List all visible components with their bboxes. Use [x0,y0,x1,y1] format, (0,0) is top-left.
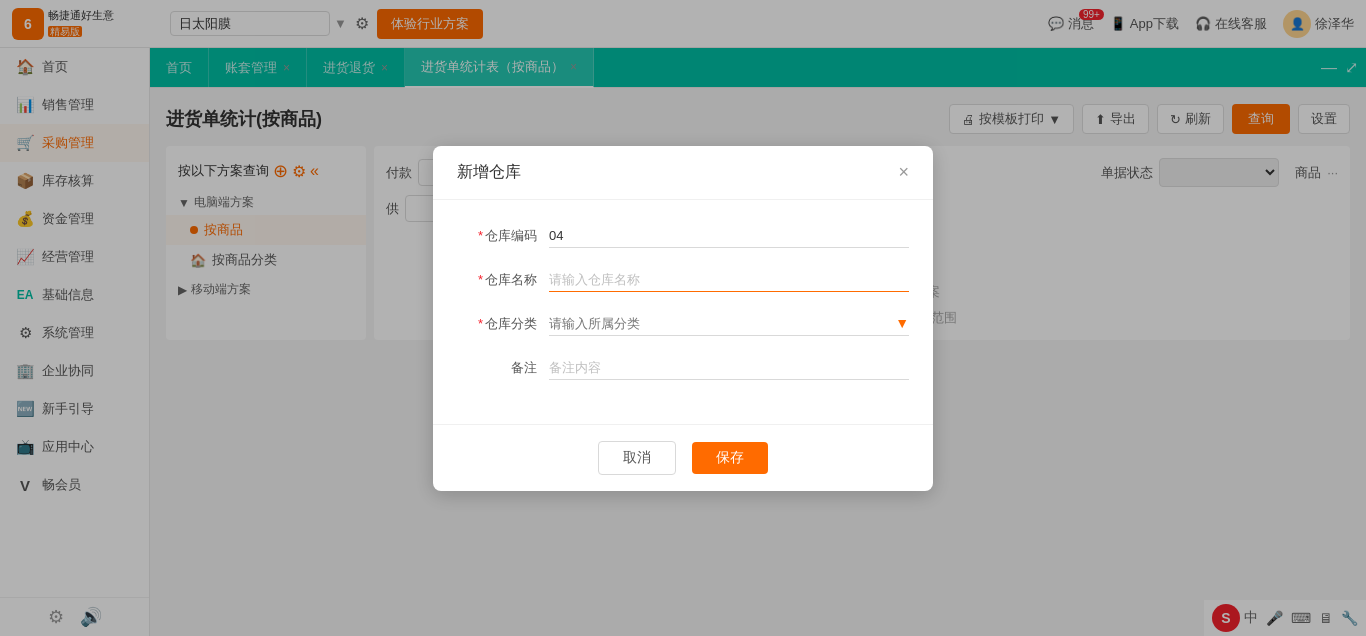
category-select-row: ▼ [549,312,909,336]
remark-input[interactable] [549,356,909,380]
modal-overlay: 新增仓库 × 仓库编码 仓库名称 仓库分类 ▼ [0,0,1366,636]
name-input[interactable] [549,268,909,292]
code-label: 仓库编码 [457,227,537,245]
category-dropdown-icon[interactable]: ▼ [895,315,909,331]
save-button[interactable]: 保存 [692,442,768,474]
add-warehouse-modal: 新增仓库 × 仓库编码 仓库名称 仓库分类 ▼ [433,146,933,491]
name-label: 仓库名称 [457,271,537,289]
form-row-remark: 备注 [457,356,909,380]
form-row-code: 仓库编码 [457,224,909,248]
modal-header: 新增仓库 × [433,146,933,200]
category-input[interactable] [549,312,895,335]
modal-body: 仓库编码 仓库名称 仓库分类 ▼ 备注 [433,200,933,424]
category-label: 仓库分类 [457,315,537,333]
code-input[interactable] [549,224,909,248]
form-row-category: 仓库分类 ▼ [457,312,909,336]
form-row-name: 仓库名称 [457,268,909,292]
modal-close-icon[interactable]: × [898,162,909,183]
modal-footer: 取消 保存 [433,424,933,491]
modal-title: 新增仓库 [457,162,521,183]
cancel-button[interactable]: 取消 [598,441,676,475]
remark-label: 备注 [457,359,537,377]
